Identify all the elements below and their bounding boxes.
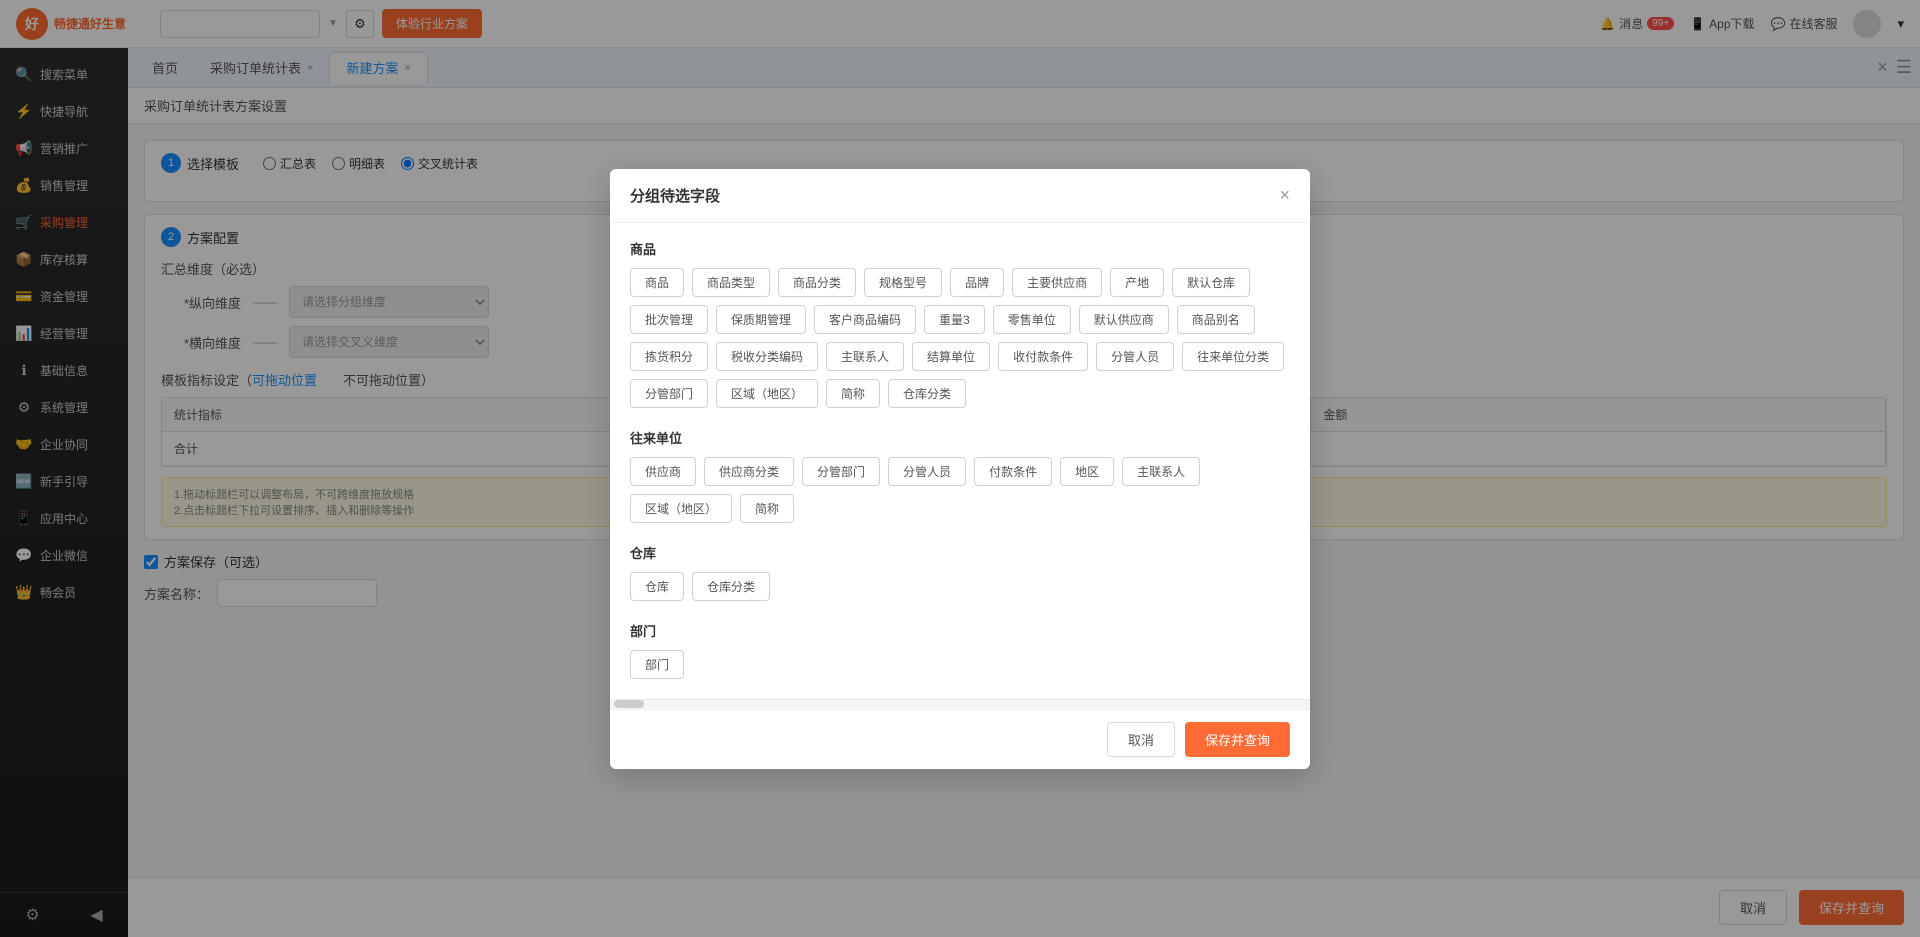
dialog-scroll-bottom	[610, 699, 1310, 709]
field-tag-region-p[interactable]: 地区	[1060, 457, 1114, 486]
field-tag-dept[interactable]: 部门	[630, 650, 684, 679]
field-tag-manager[interactable]: 分管人员	[1096, 342, 1174, 371]
dialog-title: 分组待选字段	[630, 185, 720, 206]
scroll-thumb[interactable]	[614, 700, 644, 708]
field-tag-goods-category[interactable]: 商品分类	[778, 268, 856, 297]
field-tag-pick-score[interactable]: 拣货积分	[630, 342, 708, 371]
field-tag-manager-p[interactable]: 分管人员	[888, 457, 966, 486]
field-tag-payment-terms[interactable]: 收付款条件	[998, 342, 1088, 371]
dialog: 分组待选字段 × 商品 商品 商品类型 商品分类 规格型号 品牌 主要供应商 产…	[610, 169, 1310, 769]
dialog-header: 分组待选字段 ×	[610, 169, 1310, 223]
field-tag-origin[interactable]: 产地	[1110, 268, 1164, 297]
field-tag-main-contact[interactable]: 主联系人	[826, 342, 904, 371]
field-tag-partner-category[interactable]: 往来单位分类	[1182, 342, 1284, 371]
field-tag-customer-code[interactable]: 客户商品编码	[814, 305, 916, 334]
field-section-warehouse: 仓库 仓库 仓库分类	[630, 543, 1290, 601]
field-tag-short-name[interactable]: 简称	[826, 379, 880, 408]
dept-tags: 部门	[630, 650, 1290, 679]
field-tag-dept-in-charge[interactable]: 分管部门	[630, 379, 708, 408]
field-tag-supplier-category[interactable]: 供应商分类	[704, 457, 794, 486]
dialog-body: 商品 商品 商品类型 商品分类 规格型号 品牌 主要供应商 产地 默认仓库 批次…	[610, 223, 1310, 699]
field-tag-default-supplier[interactable]: 默认供应商	[1079, 305, 1169, 334]
dept-section-title: 部门	[630, 621, 1290, 640]
dialog-cancel-button[interactable]: 取消	[1107, 722, 1175, 757]
field-tag-warehouse-category[interactable]: 仓库分类	[888, 379, 966, 408]
field-tag-payment-cond[interactable]: 付款条件	[974, 457, 1052, 486]
field-tag-warehouse[interactable]: 仓库	[630, 572, 684, 601]
field-tag-goods-alias[interactable]: 商品别名	[1177, 305, 1255, 334]
field-tag-goods-type[interactable]: 商品类型	[692, 268, 770, 297]
field-tag-default-warehouse[interactable]: 默认仓库	[1172, 268, 1250, 297]
partner-section-title: 往来单位	[630, 428, 1290, 447]
dialog-close-button[interactable]: ×	[1279, 185, 1290, 206]
field-tag-dept-p[interactable]: 分管部门	[802, 457, 880, 486]
warehouse-tags: 仓库 仓库分类	[630, 572, 1290, 601]
goods-section-title: 商品	[630, 239, 1290, 258]
field-tag-short-p[interactable]: 简称	[740, 494, 794, 523]
field-tag-goods[interactable]: 商品	[630, 268, 684, 297]
field-tag-settlement-unit[interactable]: 结算单位	[912, 342, 990, 371]
field-tag-retail-unit[interactable]: 零售单位	[993, 305, 1071, 334]
field-section-goods: 商品 商品 商品类型 商品分类 规格型号 品牌 主要供应商 产地 默认仓库 批次…	[630, 239, 1290, 408]
dialog-footer: 取消 保存并查询	[610, 709, 1310, 769]
warehouse-section-title: 仓库	[630, 543, 1290, 562]
field-tag-batch-mgmt[interactable]: 批次管理	[630, 305, 708, 334]
goods-tags: 商品 商品类型 商品分类 规格型号 品牌 主要供应商 产地 默认仓库 批次管理 …	[630, 268, 1290, 408]
field-tag-contact-p[interactable]: 主联系人	[1122, 457, 1200, 486]
field-tag-main-supplier[interactable]: 主要供应商	[1012, 268, 1102, 297]
dialog-confirm-button[interactable]: 保存并查询	[1185, 722, 1290, 757]
field-section-partner: 往来单位 供应商 供应商分类 分管部门 分管人员 付款条件 地区 主联系人 区域…	[630, 428, 1290, 523]
field-tag-warehouse-cat[interactable]: 仓库分类	[692, 572, 770, 601]
field-tag-region[interactable]: 区域（地区）	[716, 379, 818, 408]
field-tag-expiry-mgmt[interactable]: 保质期管理	[716, 305, 806, 334]
field-tag-region2-p[interactable]: 区域（地区）	[630, 494, 732, 523]
field-tag-tax-code[interactable]: 税收分类编码	[716, 342, 818, 371]
field-tag-brand[interactable]: 品牌	[950, 268, 1004, 297]
partner-tags: 供应商 供应商分类 分管部门 分管人员 付款条件 地区 主联系人 区域（地区） …	[630, 457, 1290, 523]
dialog-overlay[interactable]: 分组待选字段 × 商品 商品 商品类型 商品分类 规格型号 品牌 主要供应商 产…	[0, 0, 1920, 937]
field-tag-supplier[interactable]: 供应商	[630, 457, 696, 486]
field-section-dept: 部门 部门	[630, 621, 1290, 679]
field-tag-weight[interactable]: 重量3	[924, 305, 985, 334]
field-tag-spec[interactable]: 规格型号	[864, 268, 942, 297]
